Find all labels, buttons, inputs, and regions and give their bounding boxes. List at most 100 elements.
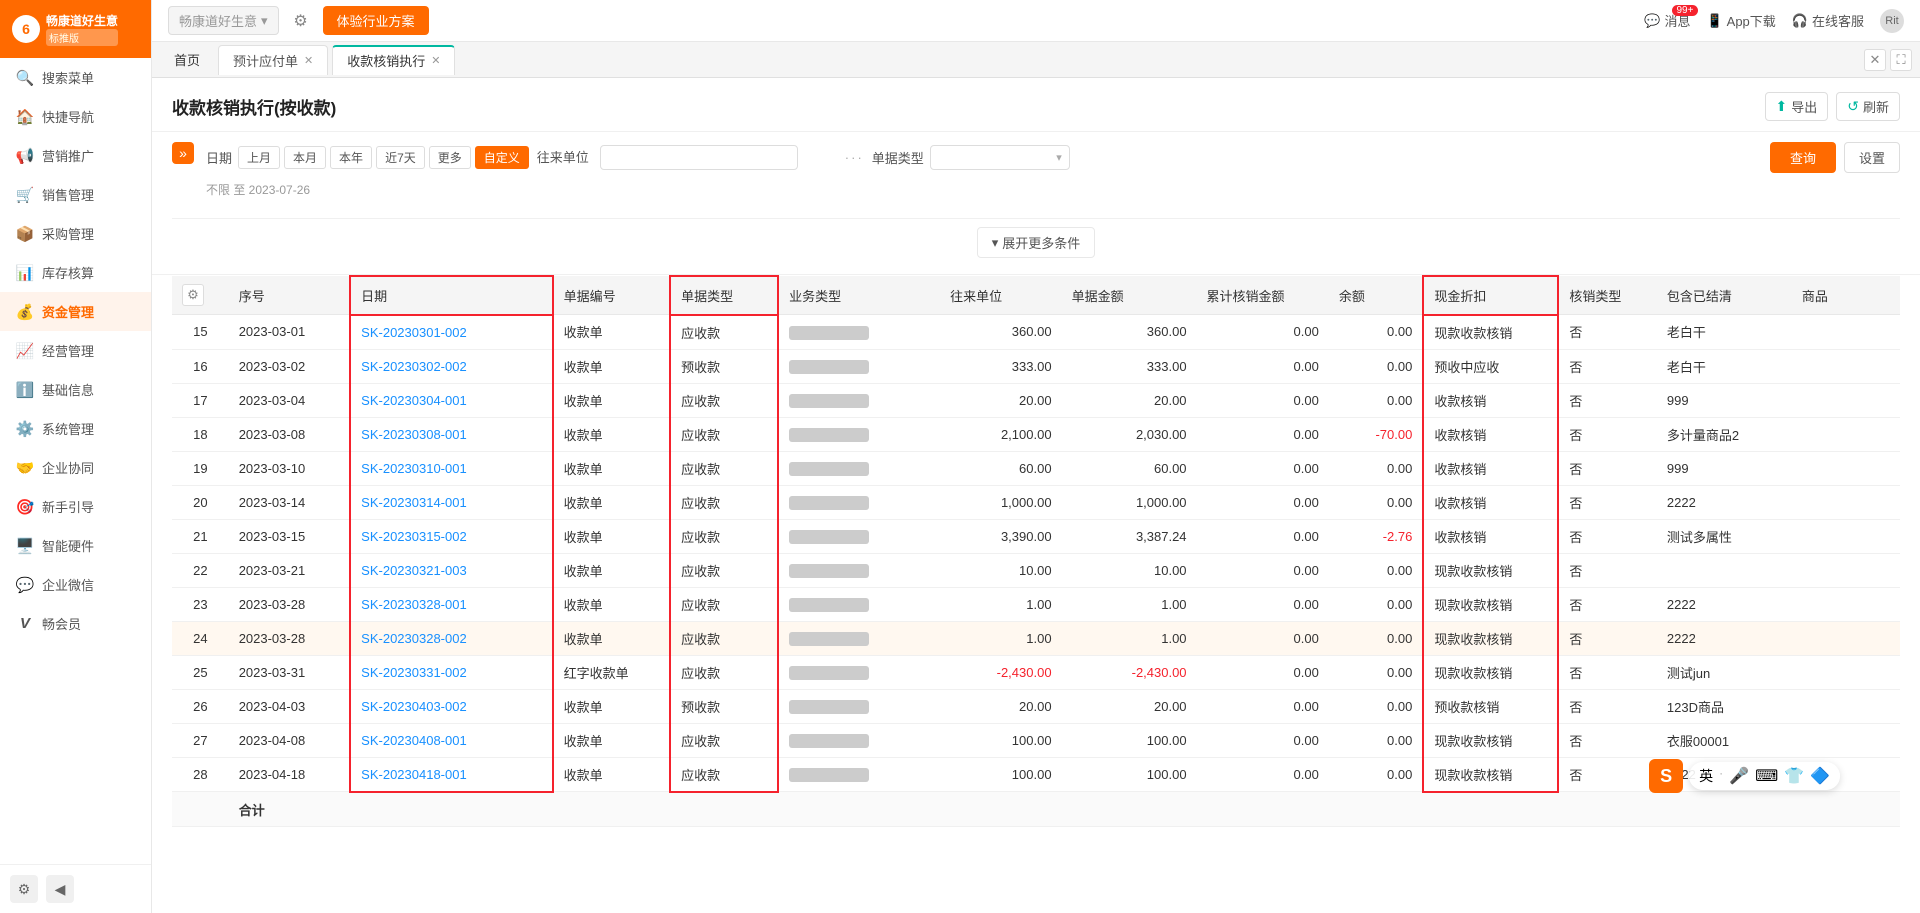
sn-link[interactable]: SK-20230314-001 — [361, 495, 467, 510]
cell-biztype: 应收款 — [670, 655, 778, 689]
cell-partner — [778, 723, 940, 757]
sn-link[interactable]: SK-20230408-001 — [361, 733, 467, 748]
tab-close-collection[interactable]: ✕ — [431, 54, 440, 67]
user-avatar[interactable]: Rit — [1880, 9, 1904, 33]
cell-date: 2023-03-28 — [229, 621, 350, 655]
cell-num: 17 — [172, 383, 229, 417]
tab-close-all-button[interactable]: ✕ — [1864, 49, 1886, 71]
sn-link[interactable]: SK-20230321-003 — [361, 563, 467, 578]
solution-button[interactable]: 体验行业方案 — [323, 6, 429, 35]
sidebar-item-inventory[interactable]: 📊 库存核算 — [0, 253, 151, 292]
cell-partner — [778, 315, 940, 350]
sn-link[interactable]: SK-20230304-001 — [361, 393, 467, 408]
online-service-button[interactable]: 🎧 在线客服 — [1792, 11, 1864, 30]
cell-cumulative: 1.00 — [1062, 587, 1197, 621]
date-this-year-button[interactable]: 本年 — [330, 146, 372, 169]
date-more-button[interactable]: 更多 — [429, 146, 471, 169]
sidebar-item-finance[interactable]: 💰 资金管理 — [0, 292, 151, 331]
column-settings-button[interactable]: ⚙ — [182, 284, 204, 306]
cell-partner — [778, 519, 940, 553]
gear-button[interactable]: ⚙ — [287, 7, 315, 35]
cell-goods: 老白干 — [1657, 315, 1792, 350]
date-custom-button[interactable]: 自定义 — [475, 146, 529, 169]
cell-partner — [778, 757, 940, 792]
sidebar-item-member[interactable]: V 畅会员 — [0, 604, 151, 643]
system-icon: ⚙️ — [16, 420, 34, 438]
cell-discount: 0.00 — [1329, 621, 1423, 655]
cell-num: 24 — [172, 621, 229, 655]
marketing-icon: 📢 — [16, 147, 34, 165]
collapse-button[interactable]: ◀ — [46, 875, 74, 903]
sn-link[interactable]: SK-20230418-001 — [361, 767, 467, 782]
sidebar-item-marketing[interactable]: 📢 营销推广 — [0, 136, 151, 175]
sidebar-item-quicknav[interactable]: 🏠 快捷导航 — [0, 97, 151, 136]
cell-num: 26 — [172, 689, 229, 723]
sidebar-item-operations[interactable]: 📈 经营管理 — [0, 331, 151, 370]
topbar-left: 畅康道好生意 ▾ ⚙ 体验行业方案 — [168, 6, 1632, 35]
sidebar-item-purchase[interactable]: 📦 采购管理 — [0, 214, 151, 253]
tab-fullscreen-button[interactable]: ⛶ — [1890, 49, 1912, 71]
cell-include: 否 — [1558, 519, 1657, 553]
table-row: 18 2023-03-08 SK-20230308-001 收款单 应收款 2,… — [172, 417, 1900, 451]
sidebar-item-enterprise[interactable]: 🤝 企业协同 — [0, 448, 151, 487]
sn-link[interactable]: SK-20230328-001 — [361, 597, 467, 612]
cell-partner — [778, 417, 940, 451]
sidebar-item-hardware[interactable]: 🖥️ 智能硬件 — [0, 526, 151, 565]
query-button[interactable]: 查询 — [1770, 142, 1836, 173]
sn-link[interactable]: SK-20230315-002 — [361, 529, 467, 544]
sn-link[interactable]: SK-20230301-002 — [361, 325, 467, 340]
tab-collection-cancel[interactable]: 收款核销执行 ✕ — [332, 45, 455, 75]
filter-actions: 查询 设置 — [1770, 142, 1900, 173]
cell-doctype: 收款单 — [553, 519, 670, 553]
home-icon: 🏠 — [16, 108, 34, 126]
sn-link[interactable]: SK-20230328-002 — [361, 631, 467, 646]
cell-amount: 1.00 — [940, 621, 1061, 655]
tab-close-prepay[interactable]: ✕ — [304, 54, 313, 67]
expand-more-button[interactable]: ▾ 展开更多条件 — [977, 227, 1096, 258]
date-this-month-button[interactable]: 本月 — [284, 146, 326, 169]
table-row: 21 2023-03-15 SK-20230315-002 收款单 应收款 3,… — [172, 519, 1900, 553]
sn-link[interactable]: SK-20230403-002 — [361, 699, 467, 714]
cell-balance: 0.00 — [1197, 757, 1329, 792]
filter-setting-button[interactable]: 设置 — [1844, 142, 1900, 173]
th-balance: 累计核销金额 — [1197, 276, 1329, 315]
sn-link[interactable]: SK-20230308-001 — [361, 427, 467, 442]
doc-type-select[interactable] — [930, 145, 1070, 170]
table-area: ⚙ 序号 日期 单据编号 单据类型 — [152, 275, 1920, 913]
partner-input[interactable] — [600, 145, 798, 170]
sidebar-item-basicinfo[interactable]: ℹ️ 基础信息 — [0, 370, 151, 409]
cell-canceltype: 现款收款核销 — [1423, 621, 1558, 655]
cell-discount: 0.00 — [1329, 553, 1423, 587]
filter-toggle-button[interactable]: » — [172, 142, 194, 164]
cell-canceltype: 现款收款核销 — [1423, 553, 1558, 587]
export-button[interactable]: ⬆ 导出 — [1765, 92, 1829, 121]
tab-prepay[interactable]: 预计应付单 ✕ — [218, 45, 328, 75]
filter-more-dots[interactable]: ··· — [845, 150, 864, 165]
message-button[interactable]: 💬 消息 99+ — [1644, 11, 1690, 30]
account-selector[interactable]: 畅康道好生意 ▾ — [168, 6, 279, 35]
table-row: 23 2023-03-28 SK-20230328-001 收款单 应收款 1.… — [172, 587, 1900, 621]
partner-blur — [789, 462, 869, 476]
cell-num: 22 — [172, 553, 229, 587]
cell-include: 否 — [1558, 349, 1657, 383]
sidebar-item-search[interactable]: 🔍 搜索菜单 — [0, 58, 151, 97]
sidebar-item-sales[interactable]: 🛒 销售管理 — [0, 175, 151, 214]
sidebar-item-wechat[interactable]: 💬 企业微信 — [0, 565, 151, 604]
sn-link[interactable]: SK-20230310-001 — [361, 461, 467, 476]
cell-partner — [778, 655, 940, 689]
sidebar-item-guide[interactable]: 🎯 新手引导 — [0, 487, 151, 526]
date-last-month-button[interactable]: 上月 — [238, 146, 280, 169]
tab-home[interactable]: 首页 — [160, 45, 214, 75]
cell-partner — [778, 451, 940, 485]
cell-cumulative: -2,430.00 — [1062, 655, 1197, 689]
refresh-button[interactable]: ↺ 刷新 — [1836, 92, 1900, 121]
cell-include: 否 — [1558, 757, 1657, 792]
sidebar-item-system[interactable]: ⚙️ 系统管理 — [0, 409, 151, 448]
settings-button[interactable]: ⚙ — [10, 875, 38, 903]
date-7days-button[interactable]: 近7天 — [376, 146, 425, 169]
cell-doctype: 收款单 — [553, 621, 670, 655]
cell-amount: 333.00 — [940, 349, 1061, 383]
sn-link[interactable]: SK-20230302-002 — [361, 359, 467, 374]
sn-link[interactable]: SK-20230331-002 — [361, 665, 467, 680]
app-download-button[interactable]: 📱 App下载 — [1706, 11, 1775, 30]
